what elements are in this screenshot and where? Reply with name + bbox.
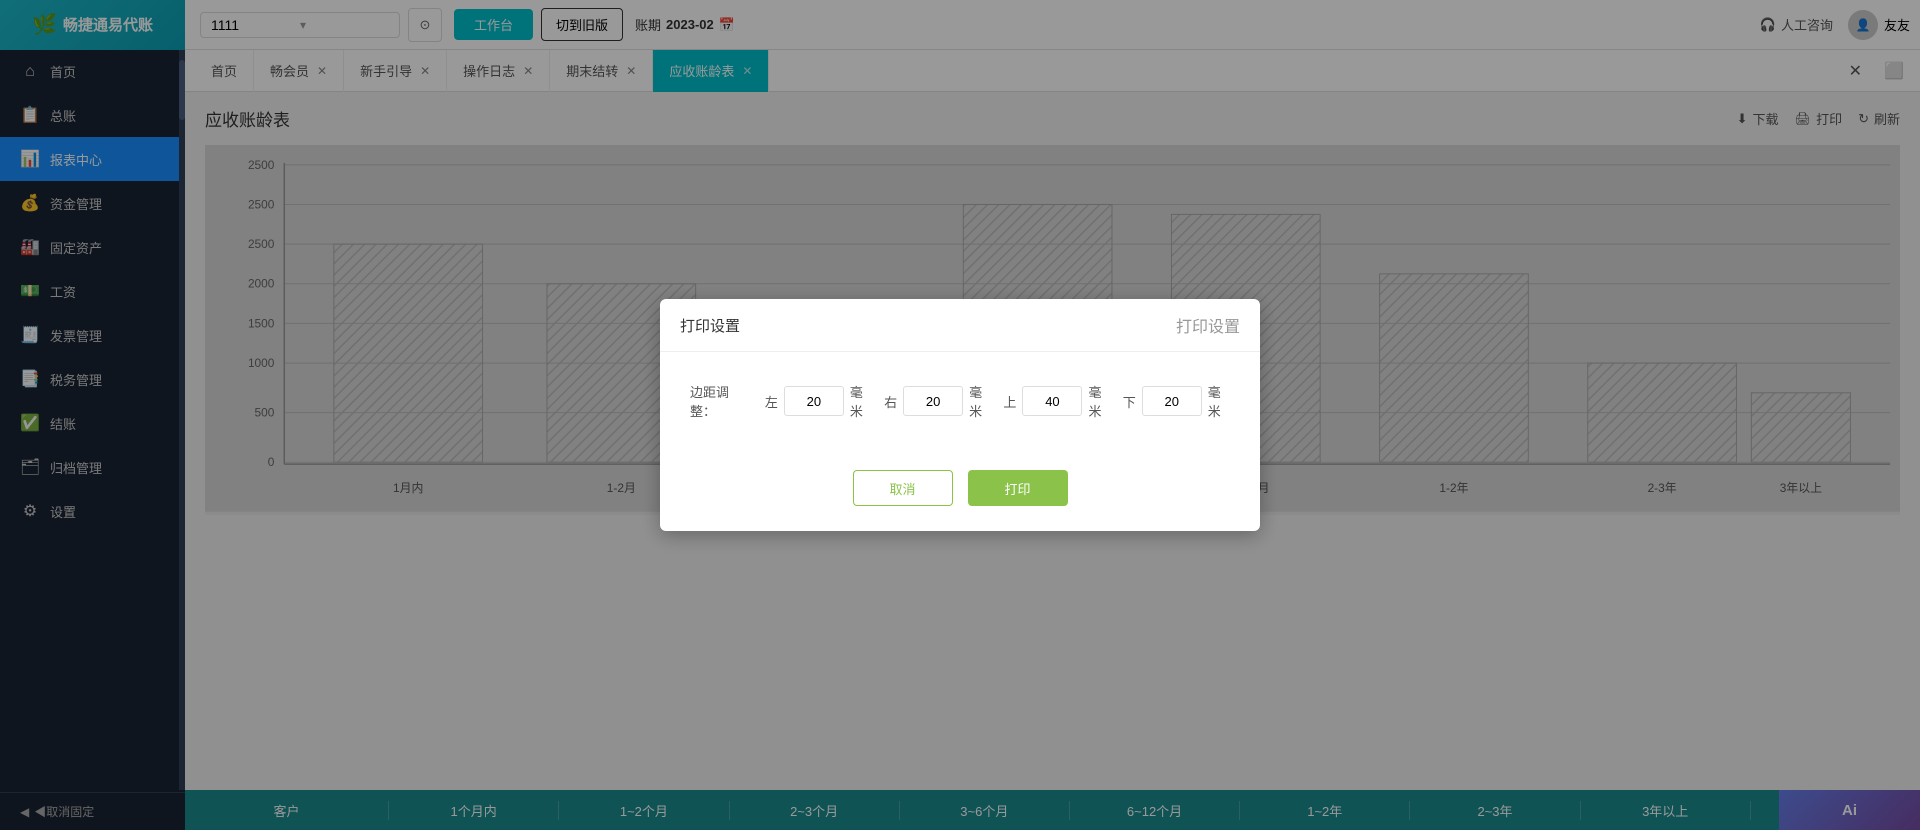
right-unit-label: 毫米 (969, 382, 991, 420)
margin-left-input[interactable] (784, 386, 844, 416)
margin-bottom-group: 下 毫米 (1123, 382, 1230, 420)
confirm-print-button[interactable]: 打印 (968, 470, 1068, 506)
bottom-direction-label: 下 (1123, 392, 1136, 411)
bottom-unit-label: 毫米 (1208, 382, 1230, 420)
margin-top-input[interactable] (1022, 386, 1082, 416)
margin-right-group: 右 毫米 (884, 382, 991, 420)
print-dialog: 打印设置 打印设置 边距调整： 左 毫米 右 毫米 上 (660, 299, 1260, 531)
modal-header: 打印设置 打印设置 (660, 299, 1260, 352)
margin-right-input[interactable] (903, 386, 963, 416)
margin-row: 边距调整： 左 毫米 右 毫米 上 毫米 下 (690, 382, 1230, 420)
modal-body: 边距调整： 左 毫米 右 毫米 上 毫米 下 (660, 352, 1260, 460)
margin-left-group: 左 毫米 (765, 382, 872, 420)
right-direction-label: 右 (884, 392, 897, 411)
top-direction-label: 上 (1003, 392, 1016, 411)
top-unit-label: 毫米 (1088, 382, 1110, 420)
left-unit-label: 毫米 (850, 382, 872, 420)
modal-overlay: 打印设置 打印设置 边距调整： 左 毫米 右 毫米 上 (0, 0, 1920, 830)
margin-top-group: 上 毫米 (1003, 382, 1110, 420)
modal-title: 打印设置 (680, 315, 740, 336)
cancel-button[interactable]: 取消 (853, 470, 953, 506)
modal-close-button[interactable]: 打印设置 (1176, 313, 1240, 337)
margin-bottom-input[interactable] (1142, 386, 1202, 416)
margin-label: 边距调整： (690, 382, 753, 420)
left-direction-label: 左 (765, 392, 778, 411)
modal-footer: 取消 打印 (660, 460, 1260, 531)
